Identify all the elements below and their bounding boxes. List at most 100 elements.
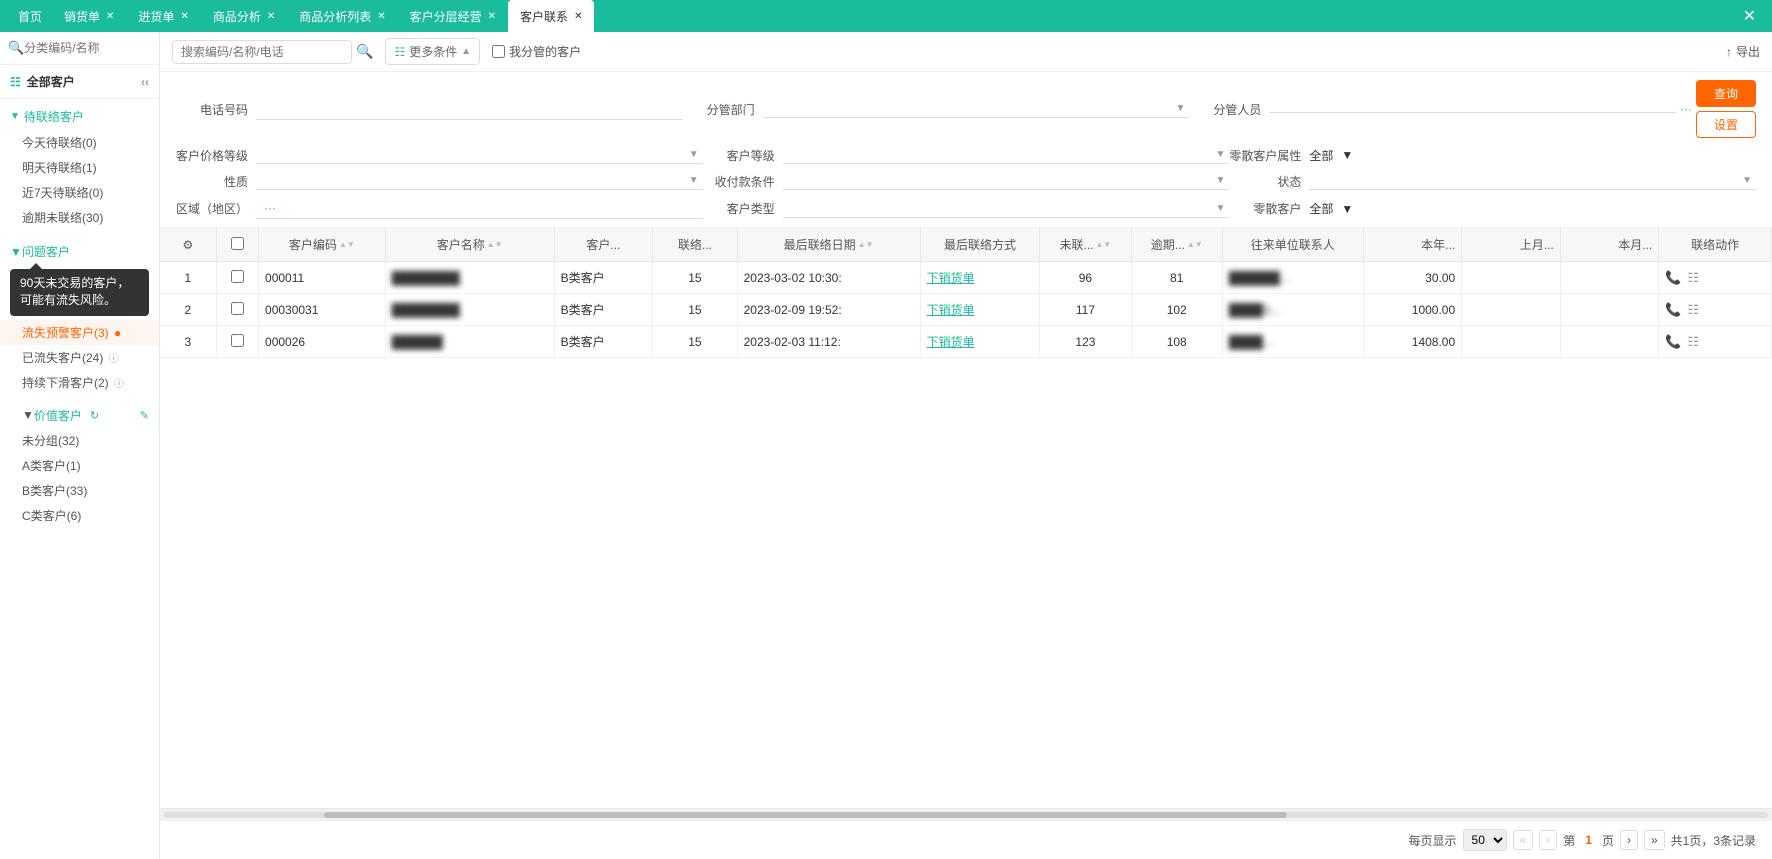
row1-overdue-value: 81	[1170, 271, 1183, 285]
th-check[interactable]	[216, 228, 258, 262]
query-button[interactable]: 查询	[1696, 80, 1756, 107]
last-page-button[interactable]: »	[1644, 830, 1665, 850]
search-input[interactable]	[172, 40, 352, 64]
row1-checkbox[interactable]	[231, 270, 244, 283]
sidebar-item-c-class[interactable]: C类客户(6)	[0, 503, 159, 528]
sidebar-item-week-pending[interactable]: 近7天待联络(0)	[0, 180, 159, 205]
th-action: 联络动作	[1659, 228, 1772, 262]
th-type-label: 客户...	[586, 238, 620, 252]
sidebar-group-value-title[interactable]: ▼ 价值客户 ↻ ✎	[0, 403, 159, 428]
tab-purchase-label: 进货单	[138, 8, 174, 25]
filter-cell-area: 区域（地区） ···	[176, 198, 703, 219]
tab-product-analysis-close[interactable]: ✕	[267, 11, 275, 22]
phone-input[interactable]	[256, 99, 683, 120]
row3-check[interactable]	[216, 326, 258, 358]
row3-way-value[interactable]: 下销货单	[927, 335, 975, 349]
sidebar-item-churn-warning[interactable]: 流失预警客户(3) ●	[0, 320, 159, 345]
tab-home[interactable]: 首页	[8, 0, 52, 32]
tab-customer-contact-close[interactable]: ✕	[574, 11, 582, 22]
row2-year: 1000.00	[1363, 294, 1462, 326]
status-select[interactable]: ▼	[1309, 172, 1756, 190]
tab-product-analysis-list[interactable]: 商品分析列表 ✕	[287, 0, 397, 32]
th-code-sort[interactable]: 客户编码 ▲▼	[289, 236, 355, 253]
price-level-select[interactable]: ▼	[256, 146, 703, 164]
scroll-thumb[interactable]	[324, 812, 1286, 818]
tab-sales-order[interactable]: 销货单 ✕	[52, 0, 126, 32]
cust-level-label: 客户等级	[703, 147, 783, 164]
top-bar: 首页 销货单 ✕ 进货单 ✕ 商品分析 ✕ 商品分析列表 ✕ 客户分层经营 ✕ …	[0, 0, 1772, 32]
sidebar-all-customers-header[interactable]: ☷ 全部客户 ‹‹	[0, 65, 159, 99]
sidebar-item-churned[interactable]: 已流失客户(24) ⓘ	[0, 345, 159, 370]
manager-select[interactable]	[1269, 106, 1676, 113]
row2-unlinkd: 117	[1040, 294, 1131, 326]
row1-more-icon[interactable]: ☷	[1687, 270, 1699, 286]
sidebar-item-ungroup[interactable]: 未分组(32)	[0, 428, 159, 453]
dept-select[interactable]: ▼	[763, 100, 1190, 118]
area-select[interactable]: ···	[256, 198, 703, 219]
first-page-button[interactable]: «	[1513, 830, 1534, 850]
th-overdue-sort[interactable]: 逾期... ▲▼	[1151, 236, 1203, 253]
row2-more-icon[interactable]: ☷	[1687, 302, 1699, 318]
tab-sales-order-close[interactable]: ✕	[106, 11, 114, 22]
th-settings[interactable]: ⚙	[160, 228, 216, 262]
next-page-button[interactable]: ›	[1620, 830, 1638, 850]
cust-type-select[interactable]: ▼	[783, 200, 1230, 218]
cust-level-select[interactable]: ▼	[783, 146, 1230, 164]
row1-way-value[interactable]: 下销货单	[927, 271, 975, 285]
row2-way-value[interactable]: 下销货单	[927, 303, 975, 317]
my-customer-filter[interactable]: 我分管的客户	[492, 43, 581, 60]
th-unlinkd-sort[interactable]: 未联... ▲▼	[1060, 236, 1112, 253]
prev-page-button[interactable]: ‹	[1539, 830, 1557, 850]
per-page-select[interactable]: 50	[1463, 829, 1507, 851]
filter-cell-status: 状态 ▼	[1229, 172, 1756, 190]
row1-unlinkd-value: 96	[1079, 271, 1092, 285]
row3-year-value: 1408.00	[1412, 335, 1455, 349]
tab-purchase-order[interactable]: 进货单 ✕	[126, 0, 200, 32]
edit-icon[interactable]: ✎	[140, 409, 149, 422]
sidebar-group-risk-title[interactable]: ▼ 问题客户	[0, 238, 159, 265]
row2-check[interactable]	[216, 294, 258, 326]
sidebar-search-input[interactable]	[24, 41, 160, 55]
sidebar-item-a-class[interactable]: A类客户(1)	[0, 453, 159, 478]
horizontal-scroll-bar[interactable]	[160, 808, 1772, 820]
export-button[interactable]: ↑ 导出	[1726, 43, 1760, 60]
th-overdue-label: 逾期...	[1151, 236, 1185, 253]
row3-checkbox[interactable]	[231, 334, 244, 347]
gender-select[interactable]: ▼	[256, 172, 703, 190]
search-button[interactable]: 🔍	[356, 43, 373, 60]
filter-icon: ☷	[394, 45, 405, 59]
sidebar-group-pending-title[interactable]: ▼ 待联络客户	[0, 103, 159, 130]
tab-customer-contact[interactable]: 客户联系 ✕	[508, 0, 594, 32]
row2-checkbox[interactable]	[231, 302, 244, 315]
sidebar-item-declining[interactable]: 持续下滑客户(2) ⓘ	[0, 370, 159, 395]
tab-product-list-close[interactable]: ✕	[377, 11, 385, 22]
row1-contact-icon[interactable]: 📞	[1665, 270, 1681, 286]
select-all-checkbox[interactable]	[231, 237, 244, 250]
sort-arrows-date: ▲▼	[858, 241, 874, 249]
sidebar-item-tomorrow-pending[interactable]: 明天待联络(1)	[0, 155, 159, 180]
th-date-sort[interactable]: 最后联络日期 ▲▼	[784, 236, 874, 253]
sidebar-item-overdue-pending[interactable]: 逾期未联络(30)	[0, 205, 159, 230]
row2-contact-icon[interactable]: 📞	[1665, 302, 1681, 318]
th-name-sort[interactable]: 客户名称 ▲▼	[437, 236, 503, 253]
row3-type-value: B类客户	[561, 335, 605, 349]
tab-customer-segment[interactable]: 客户分层经营 ✕	[398, 0, 508, 32]
area-more-icon[interactable]: ···	[260, 201, 280, 215]
sidebar-item-b-class[interactable]: B类客户(33)	[0, 478, 159, 503]
sidebar-item-today-pending[interactable]: 今天待联络(0)	[0, 130, 159, 155]
sidebar-collapse-icon[interactable]: ‹‹	[141, 75, 149, 89]
refresh-icon[interactable]: ↻	[90, 409, 99, 422]
tab-product-analysis[interactable]: 商品分析 ✕	[201, 0, 287, 32]
tab-customer-segment-close[interactable]: ✕	[488, 11, 496, 22]
row1-check[interactable]	[216, 262, 258, 294]
payment-select[interactable]: ▼	[783, 172, 1230, 190]
row3-more-icon[interactable]: ☷	[1687, 334, 1699, 350]
value-group-label: 价值客户	[34, 407, 82, 424]
my-customer-checkbox[interactable]	[492, 45, 505, 58]
window-close-button[interactable]: ✕	[1735, 6, 1764, 26]
settings-button[interactable]: 设置	[1696, 111, 1756, 138]
manager-more-icon[interactable]: ···	[1676, 102, 1696, 116]
more-conditions-button[interactable]: ☷ 更多条件 ▲	[385, 38, 480, 65]
row3-contact-icon[interactable]: 📞	[1665, 334, 1681, 350]
tab-purchase-close[interactable]: ✕	[180, 11, 188, 22]
